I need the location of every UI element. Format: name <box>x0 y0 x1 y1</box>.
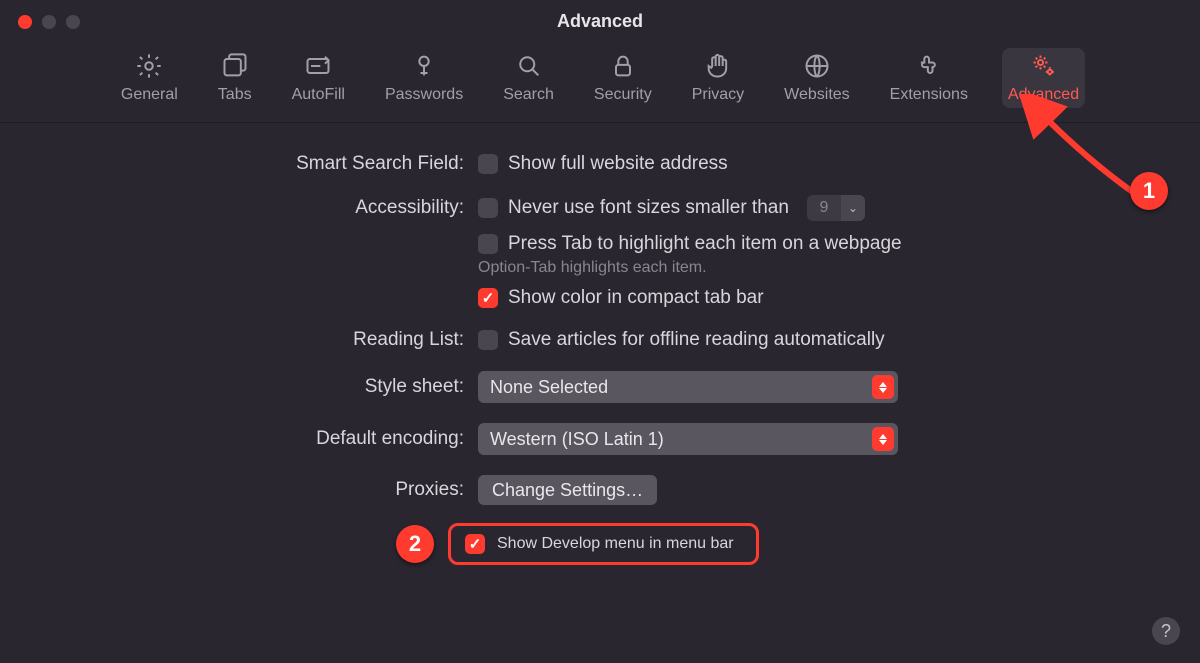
min-font-checkbox[interactable] <box>478 198 498 218</box>
chevron-down-icon[interactable]: ⌄ <box>841 195 865 221</box>
press-tab-checkbox[interactable] <box>478 234 498 254</box>
annotation-step-1: 1 <box>1130 172 1168 210</box>
key-icon <box>410 52 438 80</box>
tab-general[interactable]: General <box>115 48 184 108</box>
change-settings-text: Change Settings… <box>492 480 643 501</box>
tabs-icon <box>221 52 249 80</box>
style-sheet-select[interactable]: None Selected <box>478 371 898 403</box>
compact-color-checkbox[interactable] <box>478 288 498 308</box>
tab-tabs[interactable]: Tabs <box>212 48 258 108</box>
tab-privacy[interactable]: Privacy <box>686 48 750 108</box>
smart-search-label: Smart Search Field: <box>40 153 478 175</box>
option-tab-hint: Option-Tab highlights each item. <box>478 259 707 277</box>
default-encoding-select[interactable]: Western (ISO Latin 1) <box>478 423 898 455</box>
tab-label: Privacy <box>692 86 744 104</box>
develop-menu-highlight: Show Develop menu in menu bar <box>448 523 759 565</box>
tab-websites[interactable]: Websites <box>778 48 856 108</box>
compact-color-text: Show color in compact tab bar <box>508 287 764 309</box>
tab-label: Security <box>594 86 652 104</box>
advanced-pane: Smart Search Field: Show full website ad… <box>0 123 1200 585</box>
tab-label: Websites <box>784 86 850 104</box>
tab-label: Tabs <box>218 86 252 104</box>
style-sheet-label: Style sheet: <box>40 376 478 398</box>
tab-label: Extensions <box>890 86 968 104</box>
gear-icon <box>135 52 163 80</box>
tab-extensions[interactable]: Extensions <box>884 48 974 108</box>
hand-icon <box>704 52 732 80</box>
updown-arrows-icon <box>872 375 894 399</box>
min-font-stepper[interactable]: 9 ⌄ <box>807 195 865 221</box>
search-icon <box>515 52 543 80</box>
proxies-label: Proxies: <box>40 479 478 501</box>
tab-autofill[interactable]: AutoFill <box>286 48 351 108</box>
globe-icon <box>803 52 831 80</box>
tab-advanced[interactable]: Advanced <box>1002 48 1085 108</box>
reading-list-label: Reading List: <box>40 329 478 351</box>
titlebar: Advanced <box>0 0 1200 42</box>
tab-passwords[interactable]: Passwords <box>379 48 469 108</box>
question-mark-icon: ? <box>1161 621 1171 642</box>
save-offline-text: Save articles for offline reading automa… <box>508 329 885 351</box>
tab-label: Search <box>503 86 554 104</box>
style-sheet-value: None Selected <box>490 377 608 398</box>
tab-security[interactable]: Security <box>588 48 658 108</box>
autofill-icon <box>304 52 332 80</box>
gears-icon <box>1030 52 1058 80</box>
default-encoding-value: Western (ISO Latin 1) <box>490 429 664 450</box>
develop-menu-text: Show Develop menu in menu bar <box>497 535 734 553</box>
change-settings-button[interactable]: Change Settings… <box>478 475 657 505</box>
default-encoding-label: Default encoding: <box>40 428 478 450</box>
show-full-address-checkbox[interactable] <box>478 154 498 174</box>
updown-arrows-icon <box>872 427 894 451</box>
press-tab-text: Press Tab to highlight each item on a we… <box>508 233 902 255</box>
develop-menu-checkbox[interactable] <box>465 534 485 554</box>
tab-label: General <box>121 86 178 104</box>
tab-label: Advanced <box>1008 86 1079 104</box>
show-full-address-text: Show full website address <box>508 153 728 175</box>
min-font-text: Never use font sizes smaller than <box>508 197 789 219</box>
window-title: Advanced <box>0 11 1200 32</box>
tab-search[interactable]: Search <box>497 48 560 108</box>
annotation-step-2: 2 <box>396 525 434 563</box>
preferences-toolbar: General Tabs AutoFill Passwords Search S… <box>0 42 1200 123</box>
tab-label: Passwords <box>385 86 463 104</box>
help-button[interactable]: ? <box>1152 617 1180 645</box>
tab-label: AutoFill <box>292 86 345 104</box>
accessibility-label: Accessibility: <box>40 197 478 219</box>
min-font-value: 9 <box>807 199 841 217</box>
save-offline-checkbox[interactable] <box>478 330 498 350</box>
puzzle-icon <box>915 52 943 80</box>
lock-icon <box>609 52 637 80</box>
